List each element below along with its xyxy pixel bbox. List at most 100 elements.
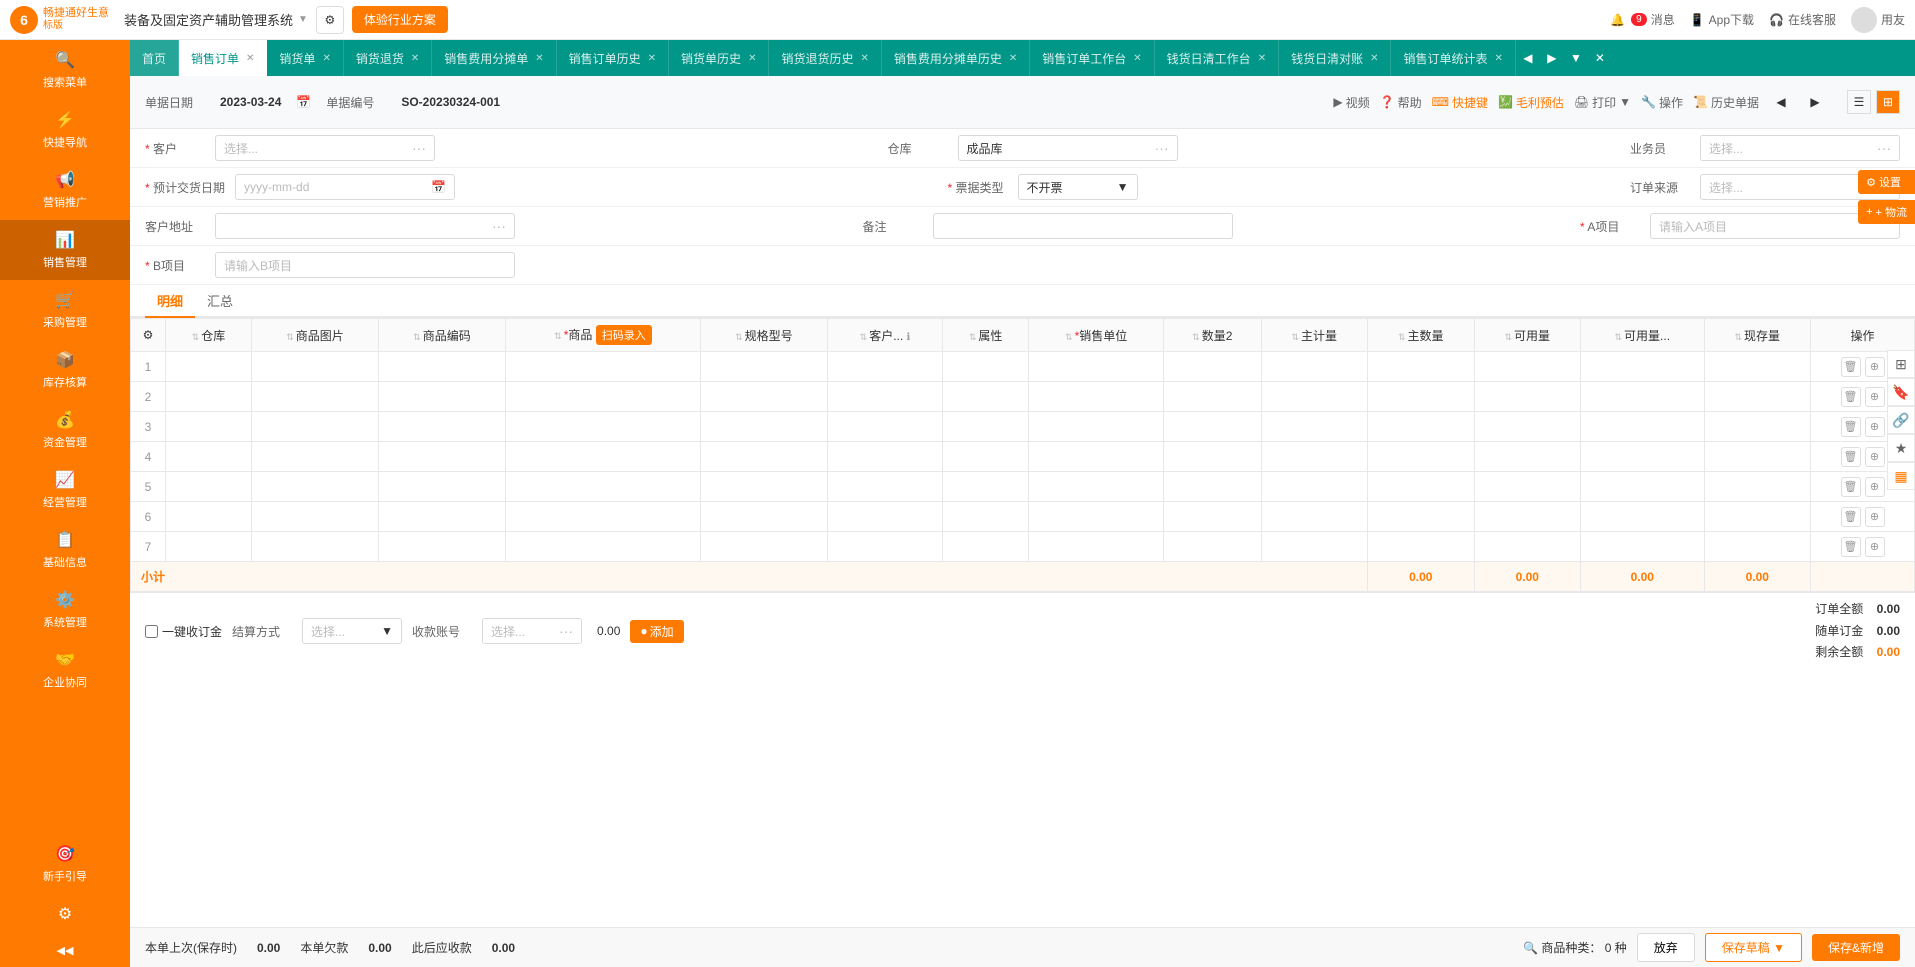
row-copy-button[interactable]: ⊕ xyxy=(1865,507,1885,527)
row-available2-cell[interactable] xyxy=(1581,502,1705,532)
grid-view-button[interactable]: ⊞ xyxy=(1876,90,1900,114)
row-warehouse-cell[interactable] xyxy=(166,472,252,502)
row-code-cell[interactable] xyxy=(379,352,506,382)
tab-close-icon[interactable]: ✕ xyxy=(748,53,756,64)
sidebar-item-enterprise[interactable]: 🤝 企业协同 xyxy=(0,640,130,700)
notification-button[interactable]: 🔔 9 9 消息 xyxy=(1610,11,1675,28)
th-spec[interactable]: ⇅规格型号 xyxy=(700,319,827,352)
row-image-cell[interactable] xyxy=(252,502,379,532)
row-copy-button[interactable]: ⊕ xyxy=(1865,357,1885,377)
tab-menu-button[interactable]: ▼ xyxy=(1564,40,1588,76)
tab-detail[interactable]: 明细 xyxy=(145,285,195,318)
row-copy-button[interactable]: ⊕ xyxy=(1865,537,1885,557)
view-button[interactable]: ▶ 视频 xyxy=(1333,94,1369,111)
row-code-cell[interactable] xyxy=(379,412,506,442)
row-main-unit-cell[interactable] xyxy=(1261,412,1368,442)
row-spec-cell[interactable] xyxy=(700,352,827,382)
th-code[interactable]: ⇅商品编码 xyxy=(379,319,506,352)
app-download-button[interactable]: 📱 App下载 xyxy=(1690,11,1754,28)
row-spec-cell[interactable] xyxy=(700,472,827,502)
tab-order-workbench[interactable]: 销售订单工作台 ✕ xyxy=(1030,40,1154,76)
row-warehouse-cell[interactable] xyxy=(166,532,252,562)
add-material-button[interactable]: + + 物流 xyxy=(1858,200,1915,224)
customer-input[interactable]: 选择... ··· xyxy=(215,135,435,161)
sidebar-item-system[interactable]: ⚙️ 系统管理 xyxy=(0,580,130,640)
sidebar-item-finance[interactable]: 💰 资金管理 xyxy=(0,400,130,460)
row-main-unit-cell[interactable] xyxy=(1261,352,1368,382)
row-customer-code-cell[interactable] xyxy=(827,412,942,442)
row-code-cell[interactable] xyxy=(379,442,506,472)
row-available-cell[interactable] xyxy=(1474,442,1581,472)
history-button[interactable]: 📜 历史单据 xyxy=(1693,94,1759,111)
row-qty2-cell[interactable] xyxy=(1164,472,1261,502)
print-button[interactable]: 🖨 打印 ▼ xyxy=(1574,94,1631,111)
operation-button[interactable]: 🔧 操作 xyxy=(1641,94,1683,111)
row-main-qty-cell[interactable] xyxy=(1368,442,1475,472)
row-qty2-cell[interactable] xyxy=(1164,532,1261,562)
row-main-qty-cell[interactable] xyxy=(1368,412,1475,442)
row-available-cell[interactable] xyxy=(1474,532,1581,562)
row-customer-code-cell[interactable] xyxy=(827,472,942,502)
row-customer-code-cell[interactable] xyxy=(827,442,942,472)
tab-close-icon[interactable]: ✕ xyxy=(1370,53,1378,64)
row-current-cell[interactable] xyxy=(1704,532,1811,562)
row-delete-button[interactable]: 🗑 xyxy=(1841,357,1861,377)
th-settings[interactable]: ⚙ xyxy=(131,319,166,352)
th-warehouse[interactable]: ⇅仓库 xyxy=(166,319,252,352)
row-current-cell[interactable] xyxy=(1704,412,1811,442)
row-image-cell[interactable] xyxy=(252,412,379,442)
save-new-button[interactable]: 保存&新增 xyxy=(1812,934,1900,961)
row-qty2-cell[interactable] xyxy=(1164,352,1261,382)
row-product-cell[interactable] xyxy=(505,412,700,442)
row-main-unit-cell[interactable] xyxy=(1261,472,1368,502)
add-account-button[interactable]: ● 添加 xyxy=(630,620,683,643)
row-unit-cell[interactable] xyxy=(1029,352,1164,382)
sidebar-item-search[interactable]: 🔍 搜索菜单 xyxy=(0,40,130,100)
row-customer-code-cell[interactable] xyxy=(827,352,942,382)
row-code-cell[interactable] xyxy=(379,472,506,502)
tab-home[interactable]: 首页 xyxy=(130,40,179,76)
th-customer-code[interactable]: ⇅客户... ℹ xyxy=(827,319,942,352)
row-product-cell[interactable] xyxy=(505,382,700,412)
sidebar-item-purchase[interactable]: 🛒 采购管理 xyxy=(0,280,130,340)
row-image-cell[interactable] xyxy=(252,472,379,502)
row-available-cell[interactable] xyxy=(1474,382,1581,412)
th-unit[interactable]: ⇅*销售单位 xyxy=(1029,319,1164,352)
row-available2-cell[interactable] xyxy=(1581,532,1705,562)
row-spec-cell[interactable] xyxy=(700,412,827,442)
row-code-cell[interactable] xyxy=(379,502,506,532)
row-main-qty-cell[interactable] xyxy=(1368,472,1475,502)
tab-sales-order[interactable]: 销售订单 ✕ xyxy=(179,40,267,76)
row-current-cell[interactable] xyxy=(1704,502,1811,532)
tab-close-icon[interactable]: ✕ xyxy=(246,53,254,64)
row-product-cell[interactable] xyxy=(505,532,700,562)
float-qr-button[interactable]: ▦ xyxy=(1887,462,1915,490)
th-main-qty[interactable]: ⇅主数量 xyxy=(1368,319,1475,352)
row-attr-cell[interactable] xyxy=(943,532,1029,562)
row-unit-cell[interactable] xyxy=(1029,382,1164,412)
row-current-cell[interactable] xyxy=(1704,472,1811,502)
row-available-cell[interactable] xyxy=(1474,352,1581,382)
row-available-cell[interactable] xyxy=(1474,472,1581,502)
th-available[interactable]: ⇅可用量 xyxy=(1474,319,1581,352)
row-copy-button[interactable]: ⊕ xyxy=(1865,447,1885,467)
row-main-qty-cell[interactable] xyxy=(1368,532,1475,562)
row-current-cell[interactable] xyxy=(1704,442,1811,472)
th-main-unit[interactable]: ⇅主计量 xyxy=(1261,319,1368,352)
row-warehouse-cell[interactable] xyxy=(166,352,252,382)
tab-close-icon[interactable]: ✕ xyxy=(322,53,330,64)
remark-input[interactable] xyxy=(933,213,1233,239)
row-code-cell[interactable] xyxy=(379,532,506,562)
tab-sales-return[interactable]: 销货退货 ✕ xyxy=(344,40,432,76)
row-main-unit-cell[interactable] xyxy=(1261,442,1368,472)
row-unit-cell[interactable] xyxy=(1029,442,1164,472)
row-copy-button[interactable]: ⊕ xyxy=(1865,417,1885,437)
row-spec-cell[interactable] xyxy=(700,502,827,532)
row-main-unit-cell[interactable] xyxy=(1261,502,1368,532)
settlement-select[interactable]: 选择... ▼ xyxy=(302,618,402,644)
warehouse-input[interactable]: 成品库 ··· xyxy=(958,135,1178,161)
row-warehouse-cell[interactable] xyxy=(166,382,252,412)
th-qty2[interactable]: ⇅数量2 xyxy=(1164,319,1261,352)
save-draft-button[interactable]: 保存草稿 ▼ xyxy=(1705,933,1802,962)
tab-sales-invoice[interactable]: 销货单 ✕ xyxy=(267,40,343,76)
